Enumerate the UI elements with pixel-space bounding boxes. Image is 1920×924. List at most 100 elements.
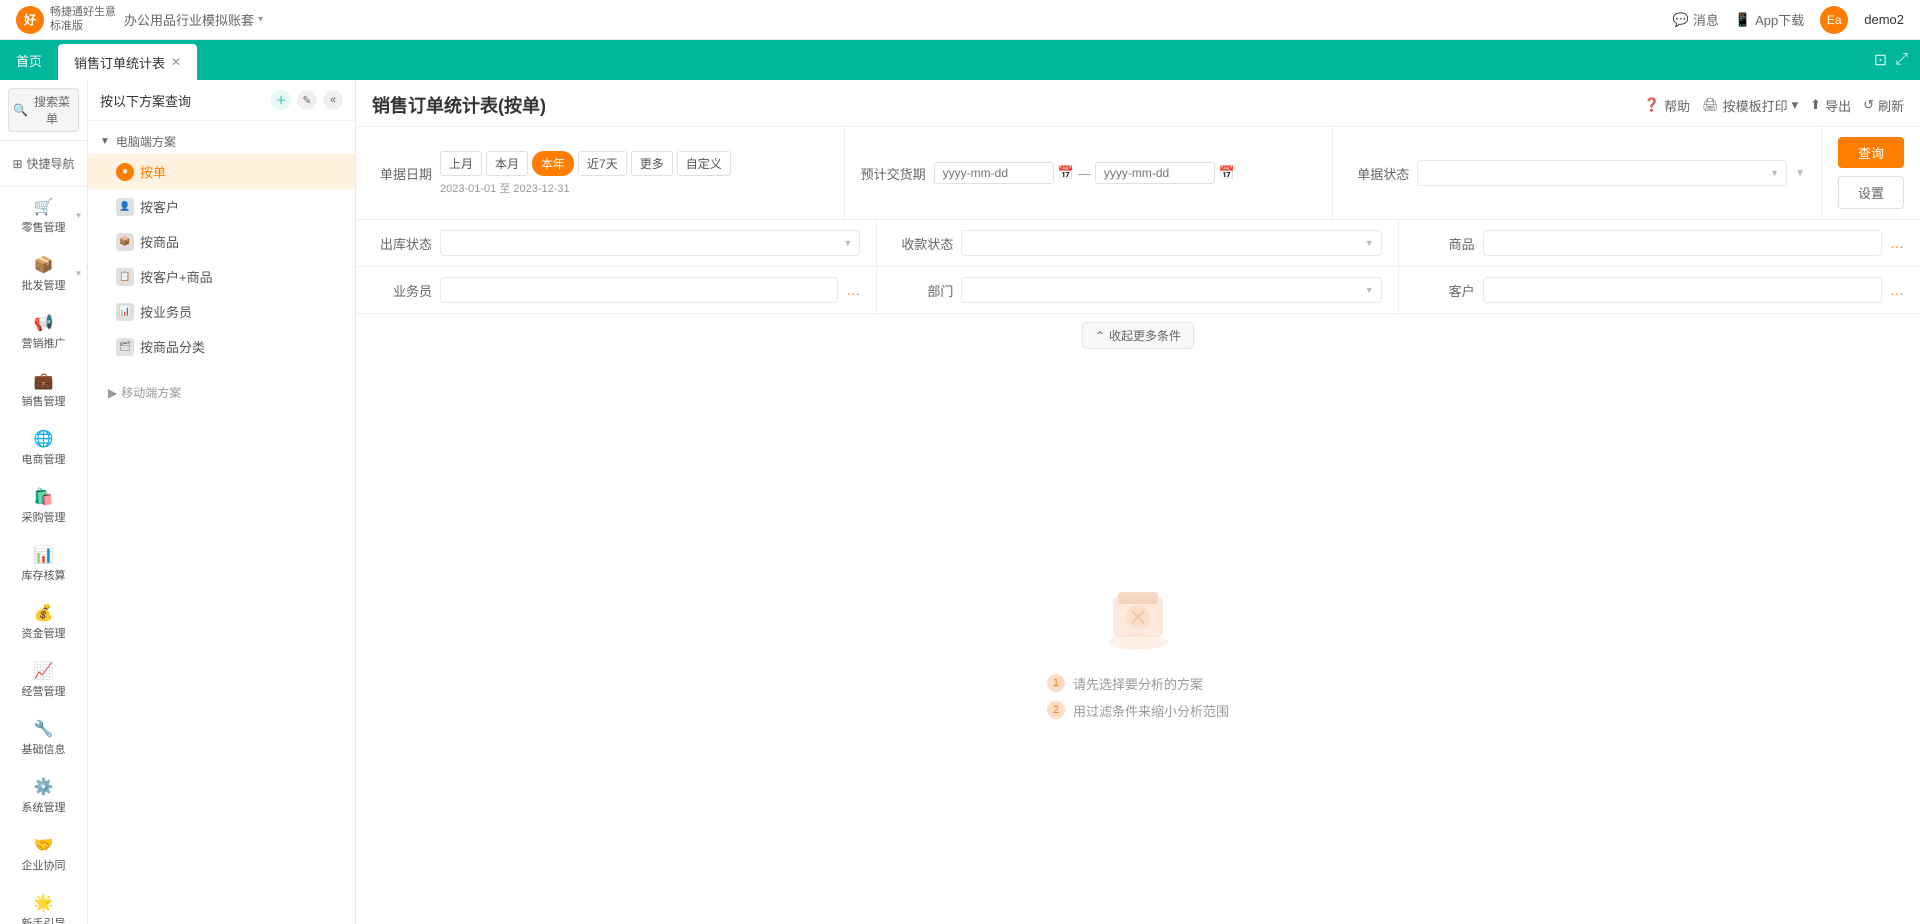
expand-arrow-icon: ▾ bbox=[76, 211, 81, 222]
pc-section-arrow-icon[interactable]: ▼ bbox=[100, 136, 110, 147]
date-filter-cell: 单据日期 上月 本月 本年 近7天 更多 自定义 2023-01-01 至 20… bbox=[356, 127, 845, 219]
expected-date-end-input[interactable] bbox=[1095, 162, 1215, 184]
empty-tip-1: 1 请先选择要分析的方案 bbox=[1047, 674, 1229, 693]
scheme-item-by-customer-product[interactable]: 📋 按客户+商品 bbox=[88, 259, 355, 294]
calendar-end-icon[interactable]: 📅 bbox=[1219, 165, 1235, 181]
add-scheme-button[interactable]: ＋ bbox=[271, 90, 291, 110]
purchase-icon: 🛍️ bbox=[34, 487, 54, 507]
scheme-item-by-product[interactable]: 📦 按商品 bbox=[88, 224, 355, 259]
by-product-category-icon: 🗂 bbox=[116, 338, 134, 356]
status-label: 单据状态 bbox=[1349, 164, 1409, 183]
search-menu-button[interactable]: 🔍 搜索菜单 bbox=[8, 88, 79, 132]
sidebar-item-wholesale[interactable]: 📦 批发管理 ▾ bbox=[0, 245, 87, 303]
more-btn[interactable]: 更多 bbox=[631, 151, 673, 176]
print-icon: 🖨 bbox=[1702, 97, 1719, 113]
this-month-btn[interactable]: 本月 bbox=[486, 151, 528, 176]
collapse-scheme-button[interactable]: « bbox=[323, 90, 343, 110]
sidebar-item-retail[interactable]: 🛒 零售管理 ▾ bbox=[0, 187, 87, 245]
close-tab-icon[interactable]: ✕ bbox=[171, 55, 181, 69]
sidebar-item-operations[interactable]: 📈 经营管理 bbox=[0, 651, 87, 709]
app-download-button[interactable]: 📱 App下载 bbox=[1735, 10, 1804, 29]
sidebar-item-inventory[interactable]: 📊 库存核算 bbox=[0, 535, 87, 593]
sidebar-item-basics[interactable]: 🔧 基础信息 bbox=[0, 709, 87, 767]
basics-icon: 🔧 bbox=[34, 719, 54, 739]
scheme-header-title: 按以下方案查询 bbox=[100, 91, 191, 110]
empty-tips: 1 请先选择要分析的方案 2 用过滤条件来缩小分析范围 bbox=[1047, 674, 1229, 720]
settings-button[interactable]: 设置 bbox=[1838, 176, 1904, 209]
tab-home[interactable]: 首页 bbox=[0, 40, 58, 80]
ship-status-select[interactable] bbox=[440, 230, 860, 256]
sidebar-item-purchase[interactable]: 🛍️ 采购管理 bbox=[0, 477, 87, 535]
last7-btn[interactable]: 近7天 bbox=[578, 151, 627, 176]
system-icon: ⚙️ bbox=[34, 777, 54, 797]
calendar-start-icon[interactable]: 📅 bbox=[1058, 165, 1074, 181]
tab-sales-order-stat[interactable]: 销售订单统计表 ✕ bbox=[58, 44, 197, 80]
logo-text: 畅捷通好生意 标准版 bbox=[50, 6, 116, 32]
date-separator: — bbox=[1078, 166, 1091, 181]
collapse-more-button[interactable]: ⌃ 收起更多条件 bbox=[1082, 322, 1194, 349]
scheme-item-by-customer[interactable]: 👤 按客户 bbox=[88, 189, 355, 224]
user-name[interactable]: demo2 bbox=[1864, 12, 1904, 27]
tip-num-2: 2 bbox=[1047, 701, 1065, 719]
page-header: 销售订单统计表(按单) ❓ 帮助 🖨 按模板打印 ▾ ⬆ 导出 bbox=[356, 80, 1920, 127]
filter-row-1: 单据日期 上月 本月 本年 近7天 更多 自定义 2023-01-01 至 20… bbox=[356, 127, 1920, 220]
product-more-icon[interactable]: … bbox=[1890, 235, 1904, 251]
by-product-icon: 📦 bbox=[116, 233, 134, 251]
scheme-item-by-order[interactable]: ● 按单 bbox=[88, 154, 355, 189]
salesperson-cell: 业务员 … bbox=[356, 267, 877, 313]
salesperson-input[interactable] bbox=[440, 277, 838, 303]
marketing-icon: 📢 bbox=[34, 313, 54, 333]
department-select[interactable] bbox=[961, 277, 1381, 303]
department-label: 部门 bbox=[893, 281, 953, 300]
finance-icon: 💰 bbox=[34, 603, 54, 623]
this-year-btn[interactable]: 本年 bbox=[532, 151, 574, 176]
salesperson-more-icon[interactable]: … bbox=[846, 282, 860, 298]
print-button[interactable]: 🖨 按模板打印 ▾ bbox=[1702, 96, 1798, 115]
export-button[interactable]: ⬆ 导出 bbox=[1810, 96, 1851, 115]
message-icon: 💬 bbox=[1673, 12, 1689, 28]
message-button[interactable]: 💬 消息 bbox=[1673, 10, 1719, 29]
sidebar-nav-section: ⊞ 快捷导航 bbox=[0, 141, 87, 187]
department-cell: 部门 bbox=[877, 267, 1398, 313]
sidebar-item-system[interactable]: ⚙️ 系统管理 bbox=[0, 767, 87, 825]
sidebar-nav-btn[interactable]: ⊞ 快捷导航 bbox=[0, 147, 87, 180]
minimize-icon[interactable]: ⊡ bbox=[1874, 50, 1887, 70]
main-content: 销售订单统计表(按单) ❓ 帮助 🖨 按模板打印 ▾ ⬆ 导出 bbox=[356, 80, 1920, 924]
date-label: 单据日期 bbox=[372, 164, 432, 183]
expected-date-cell: 预计交货期 📅 — 📅 bbox=[845, 127, 1334, 219]
query-button[interactable]: 查询 bbox=[1838, 137, 1904, 168]
sidebar-item-sales[interactable]: 💼 销售管理 bbox=[0, 361, 87, 419]
custom-btn[interactable]: 自定义 bbox=[677, 151, 731, 176]
payment-status-cell: 收款状态 bbox=[877, 220, 1398, 266]
payment-status-select[interactable] bbox=[961, 230, 1381, 256]
by-salesperson-icon: 📊 bbox=[116, 303, 134, 321]
scheme-section-mobile-title[interactable]: ▶ 移动端方案 bbox=[88, 380, 355, 405]
sidebar-item-marketing[interactable]: 📢 营销推广 bbox=[0, 303, 87, 361]
sidebar-item-ecommerce[interactable]: 🌐 电商管理 bbox=[0, 419, 87, 477]
customer-input[interactable] bbox=[1483, 277, 1882, 303]
help-button[interactable]: ❓ 帮助 bbox=[1644, 96, 1690, 115]
scheme-section-pc: ▼ 电脑端方案 ● 按单 👤 按客户 📦 按商品 📋 按客户+商品 bbox=[88, 121, 355, 372]
sidebar-item-newbie[interactable]: 🌟 新手引导 bbox=[0, 883, 87, 924]
customer-label: 客户 bbox=[1415, 281, 1475, 300]
by-order-icon: ● bbox=[116, 163, 134, 181]
ship-status-cell: 出库状态 bbox=[356, 220, 877, 266]
status-expand-icon: ▼ bbox=[1795, 168, 1805, 179]
scheme-item-by-product-category[interactable]: 🗂 按商品分类 bbox=[88, 329, 355, 364]
product-input[interactable] bbox=[1483, 230, 1882, 256]
workspace-selector[interactable]: 办公用品行业模拟账套 ▾ bbox=[124, 10, 263, 29]
payment-status-label: 收款状态 bbox=[893, 234, 953, 253]
logo-area: 好 畅捷通好生意 标准版 bbox=[16, 6, 116, 34]
sidebar: 🔍 搜索菜单 ⊞ 快捷导航 🛒 零售管理 ▾ 📦 批发管理 ▾ 📢 营销推广 💼 bbox=[0, 80, 88, 924]
refresh-button[interactable]: ↺ 刷新 bbox=[1863, 96, 1904, 115]
product-label: 商品 bbox=[1415, 234, 1475, 253]
sidebar-item-finance[interactable]: 💰 资金管理 bbox=[0, 593, 87, 651]
last-month-btn[interactable]: 上月 bbox=[440, 151, 482, 176]
customer-more-icon[interactable]: … bbox=[1890, 282, 1904, 298]
edit-scheme-button[interactable]: ✎ bbox=[297, 90, 317, 110]
scheme-item-by-salesperson[interactable]: 📊 按业务员 bbox=[88, 294, 355, 329]
maximize-icon[interactable]: ⤢ bbox=[1895, 51, 1908, 69]
expected-date-start-input[interactable] bbox=[934, 162, 1054, 184]
status-select[interactable] bbox=[1417, 160, 1787, 186]
sidebar-item-corp-coop[interactable]: 🤝 企业协同 bbox=[0, 825, 87, 883]
